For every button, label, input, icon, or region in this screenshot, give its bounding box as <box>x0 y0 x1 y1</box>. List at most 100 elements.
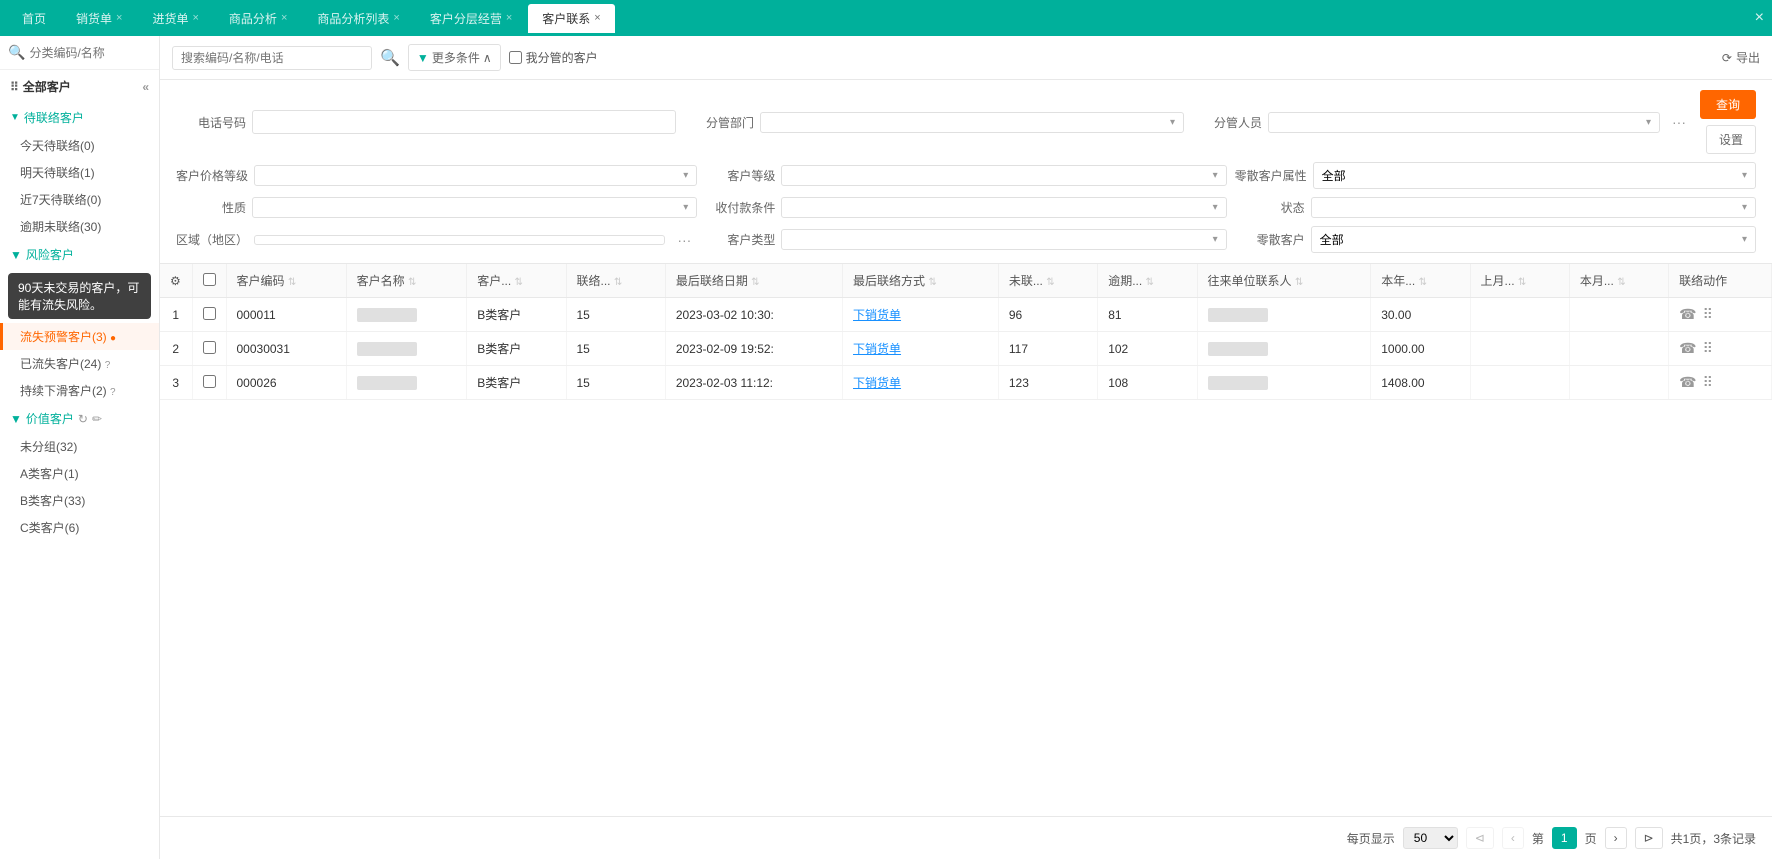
region-field: 区域（地区） ··· <box>176 228 697 252</box>
next-page-button[interactable]: › <box>1605 827 1627 849</box>
contact-icon[interactable]: ☎ <box>1679 374 1696 391</box>
retail-select[interactable]: 全部 ▾ <box>1311 226 1756 253</box>
table-header-overdue[interactable]: 逾期... ⇅ <box>1098 264 1197 298</box>
payment-select[interactable]: ▾ <box>781 197 1226 218</box>
phone-input[interactable] <box>252 110 676 134</box>
page-1-button[interactable]: 1 <box>1552 827 1577 849</box>
table-header-last-date[interactable]: 最后联络日期 ⇅ <box>665 264 842 298</box>
contact-icon[interactable]: ☎ <box>1679 340 1696 357</box>
dept-select[interactable]: ▾ <box>760 112 1184 133</box>
refresh-icon[interactable]: ↻ <box>78 412 88 426</box>
price-level-select[interactable]: ▾ <box>254 165 697 186</box>
person-select[interactable]: ▾ <box>1268 112 1660 133</box>
table-header-name[interactable]: 客户名称 ⇅ <box>346 264 467 298</box>
row-checkbox[interactable] <box>192 298 226 332</box>
row-num: 2 <box>160 332 192 366</box>
status-select[interactable]: ▾ <box>1311 197 1756 218</box>
sidebar-item-c-class[interactable]: C类客户(6) <box>0 514 159 541</box>
table-header-uncontacted[interactable]: 未联... ⇅ <box>998 264 1097 298</box>
my-customers-check[interactable] <box>509 51 522 64</box>
level-select[interactable]: ▾ <box>781 165 1226 186</box>
first-page-button[interactable]: ⊲ <box>1466 827 1494 849</box>
attr-select[interactable]: 全部 ▾ <box>1313 162 1756 189</box>
search-input[interactable] <box>172 46 372 70</box>
status-field: 状态 ▾ <box>1235 197 1756 218</box>
row-last-method[interactable]: 下销货单 <box>843 332 999 366</box>
sidebar-item-a-class[interactable]: A类客户(1) <box>0 460 159 487</box>
nav-tab-purchase[interactable]: 进货单 × <box>138 4 212 33</box>
table-header-last-method[interactable]: 最后联络方式 ⇅ <box>843 264 999 298</box>
prev-page-button[interactable]: ‹ <box>1502 827 1524 849</box>
sidebar-group-value[interactable]: ▼ 价值客户 ↻ ✏ <box>0 404 159 433</box>
search-button[interactable]: 🔍 <box>380 48 400 68</box>
price-level-label: 客户价格等级 <box>176 167 248 184</box>
sidebar-group-risk[interactable]: ▼ 风险客户 <box>0 240 159 269</box>
table-header-settings[interactable]: ⚙ <box>160 264 192 298</box>
more-actions-icon[interactable]: ⠿ <box>1703 306 1713 323</box>
filter-row-3: 性质 ▾ 收付款条件 ▾ 状态 <box>176 197 1756 218</box>
more-actions-icon[interactable]: ⠿ <box>1703 374 1713 391</box>
sidebar-group-pending[interactable]: ▼ 待联络客户 <box>0 103 159 132</box>
sidebar-item-churned[interactable]: 已流失客户(24) ? <box>0 350 159 377</box>
sidebar-item-overdue[interactable]: 逾期未联络(30) <box>0 213 159 240</box>
more-actions-icon[interactable]: ⠿ <box>1703 340 1713 357</box>
my-customers-checkbox[interactable]: 我分管的客户 <box>509 49 598 66</box>
table-header-contact-person[interactable]: 往来单位联系人 ⇅ <box>1197 264 1371 298</box>
phone-label: 电话号码 <box>176 114 246 131</box>
close-icon[interactable]: × <box>393 12 399 24</box>
payment-label: 收付款条件 <box>705 199 775 216</box>
edit-icon[interactable]: ✏ <box>92 412 102 426</box>
nature-select[interactable]: ▾ <box>252 197 697 218</box>
nav-tab-home[interactable]: 首页 <box>8 4 60 33</box>
contact-icon[interactable]: ☎ <box>1679 306 1696 323</box>
row-checkbox[interactable] <box>192 332 226 366</box>
collapse-icon[interactable]: « <box>142 80 149 94</box>
sidebar-item-7days[interactable]: 近7天待联络(0) <box>0 186 159 213</box>
table-header-this-month[interactable]: 本月... ⇅ <box>1569 264 1668 298</box>
close-icon[interactable]: × <box>192 12 198 24</box>
expand-icon: ▼ <box>10 412 22 426</box>
row-last-method[interactable]: 下销货单 <box>843 298 999 332</box>
sidebar-item-tomorrow[interactable]: 明天待联络(1) <box>0 159 159 186</box>
row-code: 00030031 <box>226 332 346 366</box>
nav-tab-sales[interactable]: 销货单 × <box>62 4 136 33</box>
close-icon[interactable]: × <box>281 12 287 24</box>
row-last-method[interactable]: 下销货单 <box>843 366 999 400</box>
sidebar-item-b-class[interactable]: B类客户(33) <box>0 487 159 514</box>
table-header-contact-count[interactable]: 联络... ⇅ <box>566 264 665 298</box>
region-select[interactable] <box>254 235 665 245</box>
sidebar-search-bar[interactable]: 🔍 <box>0 36 159 70</box>
all-customers-header[interactable]: ⠿ 全部客户 « <box>0 70 159 103</box>
close-all-button[interactable]: × <box>1755 9 1764 27</box>
row-checkbox[interactable] <box>192 366 226 400</box>
more-conditions-button[interactable]: ▼ 更多条件 ∧ <box>408 44 501 71</box>
close-icon[interactable]: × <box>506 12 512 24</box>
table-header-code[interactable]: 客户编码 ⇅ <box>226 264 346 298</box>
row-code: 000011 <box>226 298 346 332</box>
more-dots-button[interactable]: ··· <box>1666 110 1692 134</box>
nav-tab-customer-segment[interactable]: 客户分层经营 × <box>416 4 526 33</box>
export-button[interactable]: ⟳ 导出 <box>1722 49 1760 66</box>
type-select[interactable]: ▾ <box>781 229 1226 250</box>
page-size-select[interactable]: 20 50 100 200 <box>1403 827 1458 849</box>
sidebar-item-churn-warning[interactable]: 流失预警客户(3) ● <box>0 323 159 350</box>
close-icon[interactable]: × <box>594 12 600 24</box>
nav-tab-analysis-list[interactable]: 商品分析列表 × <box>303 4 413 33</box>
sidebar-item-ungrouped[interactable]: 未分组(32) <box>0 433 159 460</box>
table-header-this-year[interactable]: 本年... ⇅ <box>1371 264 1470 298</box>
query-button[interactable]: 查询 <box>1700 90 1756 119</box>
close-icon[interactable]: × <box>116 12 122 24</box>
more-dots-button[interactable]: ··· <box>671 228 697 252</box>
sidebar-item-declining[interactable]: 持续下滑客户(2) ? <box>0 377 159 404</box>
table-header-checkbox[interactable] <box>192 264 226 298</box>
sidebar-item-today[interactable]: 今天待联络(0) <box>0 132 159 159</box>
level-field: 客户等级 ▾ <box>705 165 1226 186</box>
sidebar-search-input[interactable] <box>29 46 151 60</box>
nav-tab-analysis[interactable]: 商品分析 × <box>215 4 301 33</box>
nav-tab-customer-contact[interactable]: 客户联系 × <box>528 4 614 33</box>
settings-button[interactable]: 设置 <box>1706 125 1756 154</box>
table-row: 3 000026 B类客户 15 2023-02-03 11:12: 下销货单 … <box>160 366 1772 400</box>
last-page-button[interactable]: ⊳ <box>1635 827 1663 849</box>
table-header-type[interactable]: 客户... ⇅ <box>467 264 566 298</box>
table-header-last-month[interactable]: 上月... ⇅ <box>1470 264 1569 298</box>
